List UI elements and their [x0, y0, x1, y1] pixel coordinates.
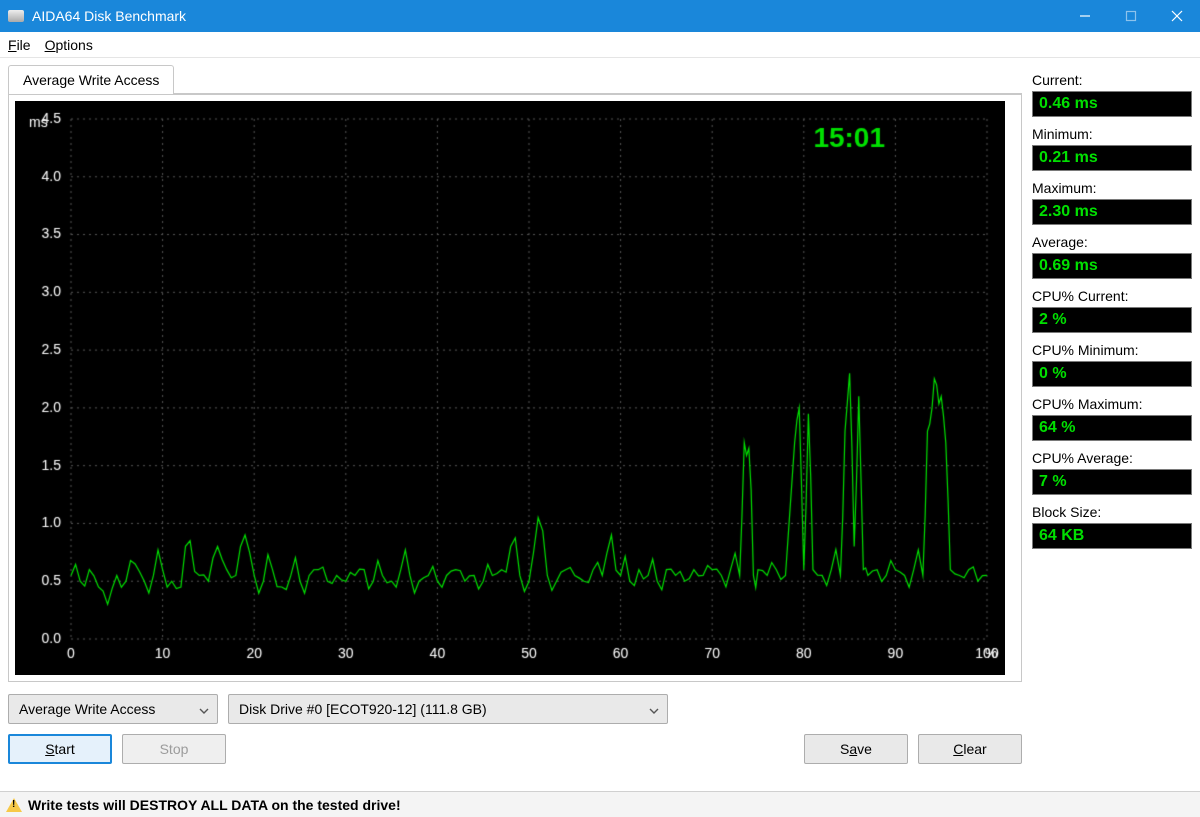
current-label: Current: — [1032, 72, 1192, 88]
chart-container — [8, 94, 1022, 682]
cpu-average-value: 7 % — [1032, 469, 1192, 495]
left-panel: Average Write Access Average Write Acces… — [8, 64, 1022, 787]
menu-file[interactable]: File — [8, 37, 31, 53]
cpu-minimum-value: 0 % — [1032, 361, 1192, 387]
cpu-minimum-label: CPU% Minimum: — [1032, 342, 1192, 358]
cpu-average-label: CPU% Average: — [1032, 450, 1192, 466]
title-bar: AIDA64 Disk Benchmark — [0, 0, 1200, 32]
window-controls — [1062, 0, 1200, 32]
drive-select[interactable]: Disk Drive #0 [ECOT920-12] (111.8 GB) — [228, 694, 668, 724]
content-area: Average Write Access Average Write Acces… — [0, 58, 1200, 791]
minimum-value: 0.21 ms — [1032, 145, 1192, 171]
cpu-maximum-value: 64 % — [1032, 415, 1192, 441]
chevron-down-icon — [199, 701, 209, 717]
test-type-select[interactable]: Average Write Access — [8, 694, 218, 724]
test-type-value: Average Write Access — [19, 701, 155, 717]
tab-average-write-access[interactable]: Average Write Access — [8, 65, 174, 94]
maximum-value: 2.30 ms — [1032, 199, 1192, 225]
warning-icon — [6, 798, 22, 812]
minimize-button[interactable] — [1062, 0, 1108, 32]
current-value: 0.46 ms — [1032, 91, 1192, 117]
selector-row: Average Write Access Disk Drive #0 [ECOT… — [8, 694, 1022, 724]
save-button[interactable]: Save — [804, 734, 908, 764]
close-button[interactable] — [1154, 0, 1200, 32]
drive-value: Disk Drive #0 [ECOT920-12] (111.8 GB) — [239, 701, 487, 717]
chevron-down-icon — [649, 701, 659, 717]
cpu-current-label: CPU% Current: — [1032, 288, 1192, 304]
cpu-current-value: 2 % — [1032, 307, 1192, 333]
menu-bar: File Options — [0, 32, 1200, 58]
warning-bar: Write tests will DESTROY ALL DATA on the… — [0, 791, 1200, 817]
average-label: Average: — [1032, 234, 1192, 250]
metrics-panel: Current: 0.46 ms Minimum: 0.21 ms Maximu… — [1032, 64, 1192, 787]
maximize-button[interactable] — [1108, 0, 1154, 32]
tab-strip: Average Write Access — [8, 64, 1022, 94]
warning-text: Write tests will DESTROY ALL DATA on the… — [28, 797, 401, 813]
clear-button[interactable]: Clear — [918, 734, 1022, 764]
average-value: 0.69 ms — [1032, 253, 1192, 279]
chart-canvas — [15, 101, 1005, 675]
button-row: Start Stop Save Clear — [8, 734, 1022, 764]
app-icon — [8, 10, 24, 22]
minimum-label: Minimum: — [1032, 126, 1192, 142]
stop-button: Stop — [122, 734, 226, 764]
maximum-label: Maximum: — [1032, 180, 1192, 196]
start-button[interactable]: Start — [8, 734, 112, 764]
window-title: AIDA64 Disk Benchmark — [32, 8, 186, 24]
block-size-value: 64 KB — [1032, 523, 1192, 549]
cpu-maximum-label: CPU% Maximum: — [1032, 396, 1192, 412]
block-size-label: Block Size: — [1032, 504, 1192, 520]
menu-options[interactable]: Options — [45, 37, 93, 53]
